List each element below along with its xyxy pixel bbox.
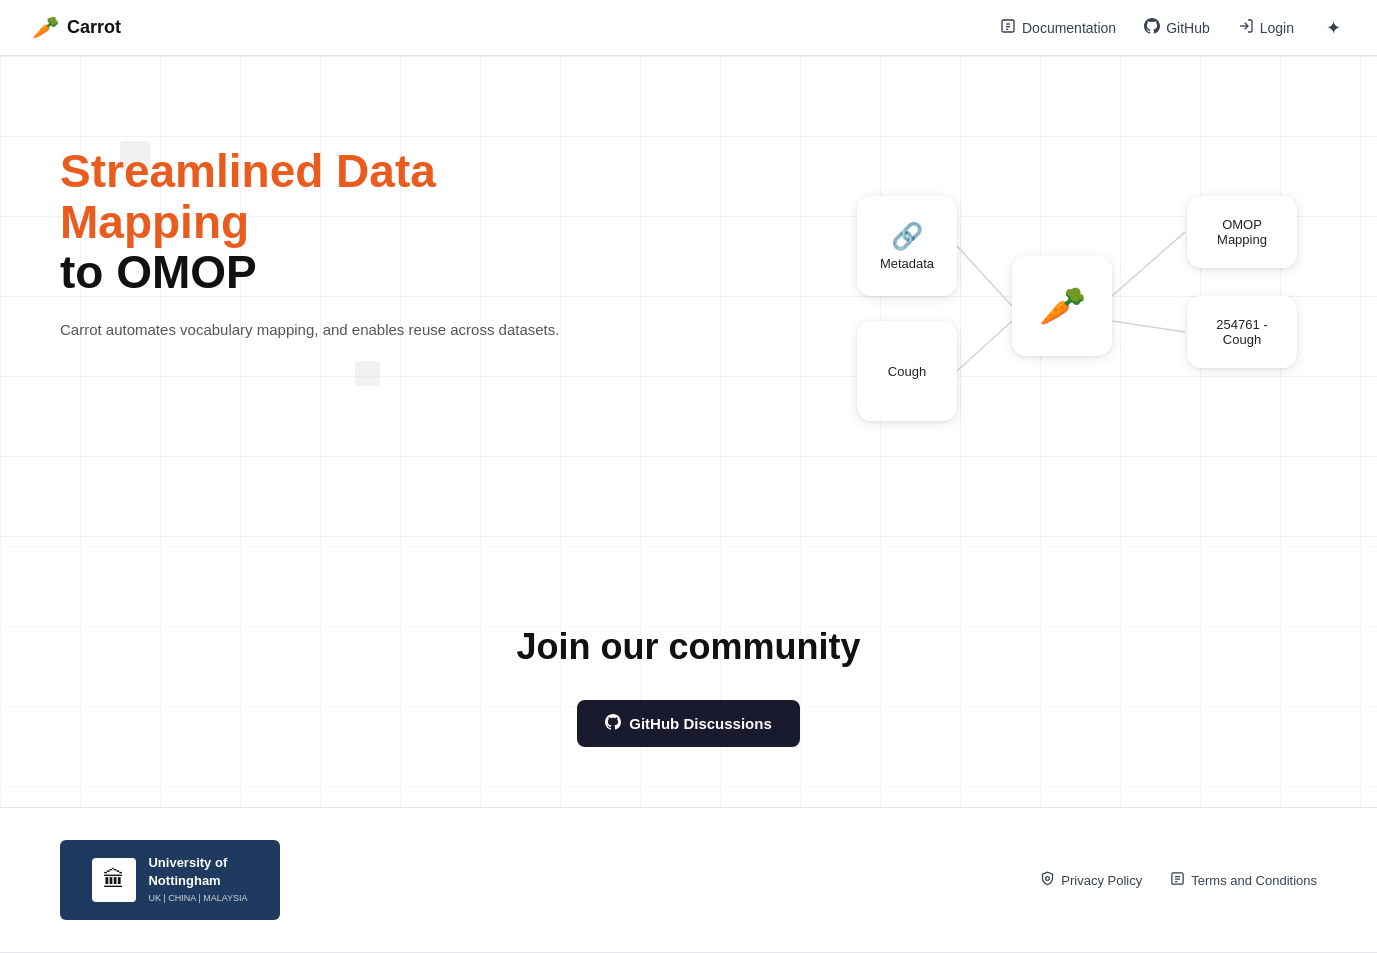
documentation-label: Documentation: [1022, 20, 1116, 36]
footer-links: Privacy Policy Terms and Conditions: [1040, 871, 1317, 889]
footer-top: 🏛 University of Nottingham UK | CHINA | …: [0, 807, 1377, 952]
theme-toggle-button[interactable]: ✦: [1322, 13, 1345, 43]
svg-line-8: [1112, 321, 1185, 332]
university-logo-inner: 🏛 University of Nottingham UK | CHINA | …: [76, 842, 263, 918]
terms-conditions-label: Terms and Conditions: [1191, 873, 1317, 888]
doc2-icon: [1170, 871, 1185, 889]
omop-card: OMOP Mapping: [1187, 196, 1297, 268]
university-countries: UK | CHINA | MALAYSIA: [148, 893, 247, 903]
university-emblem: 🏛: [92, 858, 136, 902]
cough-label: Cough: [888, 364, 926, 379]
github-discussions-button[interactable]: GitHub Discussions: [577, 700, 800, 747]
university-name: University of Nottingham: [148, 854, 247, 890]
community-title: Join our community: [40, 626, 1337, 668]
github-link[interactable]: GitHub: [1144, 18, 1210, 38]
svg-line-7: [1112, 232, 1185, 296]
carrot-logo-icon: 🥕: [32, 15, 59, 41]
carrot-center-card: 🥕: [1012, 256, 1112, 356]
login-label: Login: [1260, 20, 1294, 36]
university-logo: 🏛 University of Nottingham UK | CHINA | …: [60, 840, 280, 920]
svg-point-9: [1046, 877, 1050, 881]
hero-subtitle: Carrot automates vocabulary mapping, and…: [60, 318, 580, 342]
metadata-icon: 🔗: [891, 221, 923, 252]
hero-content: Streamlined Data Mapping to OMOP Carrot …: [0, 56, 1377, 546]
hero-title-orange: Streamlined Data Mapping: [60, 146, 580, 247]
hero-diagram: 🔗 Metadata Cough 🥕 OMOP Mapping 254761 -…: [857, 136, 1317, 486]
terms-conditions-link[interactable]: Terms and Conditions: [1170, 871, 1317, 889]
github-discussions-label: GitHub Discussions: [629, 715, 772, 732]
254761-card: 254761 - Cough: [1187, 296, 1297, 368]
254761-label: 254761 - Cough: [1216, 317, 1267, 347]
university-text: University of Nottingham UK | CHINA | MA…: [148, 854, 247, 906]
carrot-center-icon: 🥕: [1039, 284, 1086, 328]
svg-line-5: [957, 246, 1012, 306]
hero-section: Streamlined Data Mapping to OMOP Carrot …: [0, 56, 1377, 546]
doc-icon: [1000, 18, 1016, 38]
login-icon: [1238, 18, 1254, 38]
logo-text: Carrot: [67, 17, 121, 38]
navbar: 🥕 Carrot Documentation GitHub Login ✦: [0, 0, 1377, 56]
logo[interactable]: 🥕 Carrot: [32, 15, 121, 41]
nav-links: Documentation GitHub Login ✦: [1000, 13, 1345, 43]
metadata-label: Metadata: [880, 256, 934, 271]
privacy-policy-link[interactable]: Privacy Policy: [1040, 871, 1142, 889]
sun-icon: ✦: [1326, 18, 1341, 38]
community-grid-bg: [0, 546, 1377, 807]
cough-card: Cough: [857, 321, 957, 421]
omop-label: OMOP Mapping: [1217, 217, 1267, 247]
privacy-policy-label: Privacy Policy: [1061, 873, 1142, 888]
github-label: GitHub: [1166, 20, 1210, 36]
shield-icon: [1040, 871, 1055, 889]
github-discussions-icon: [605, 714, 621, 733]
login-link[interactable]: Login: [1238, 18, 1294, 38]
community-section: Join our community GitHub Discussions: [0, 546, 1377, 807]
metadata-card: 🔗 Metadata: [857, 196, 957, 296]
svg-line-6: [957, 321, 1012, 371]
hero-text: Streamlined Data Mapping to OMOP Carrot …: [60, 136, 580, 342]
documentation-link[interactable]: Documentation: [1000, 18, 1116, 38]
github-icon: [1144, 18, 1160, 38]
hero-title-black: to OMOP: [60, 247, 580, 298]
